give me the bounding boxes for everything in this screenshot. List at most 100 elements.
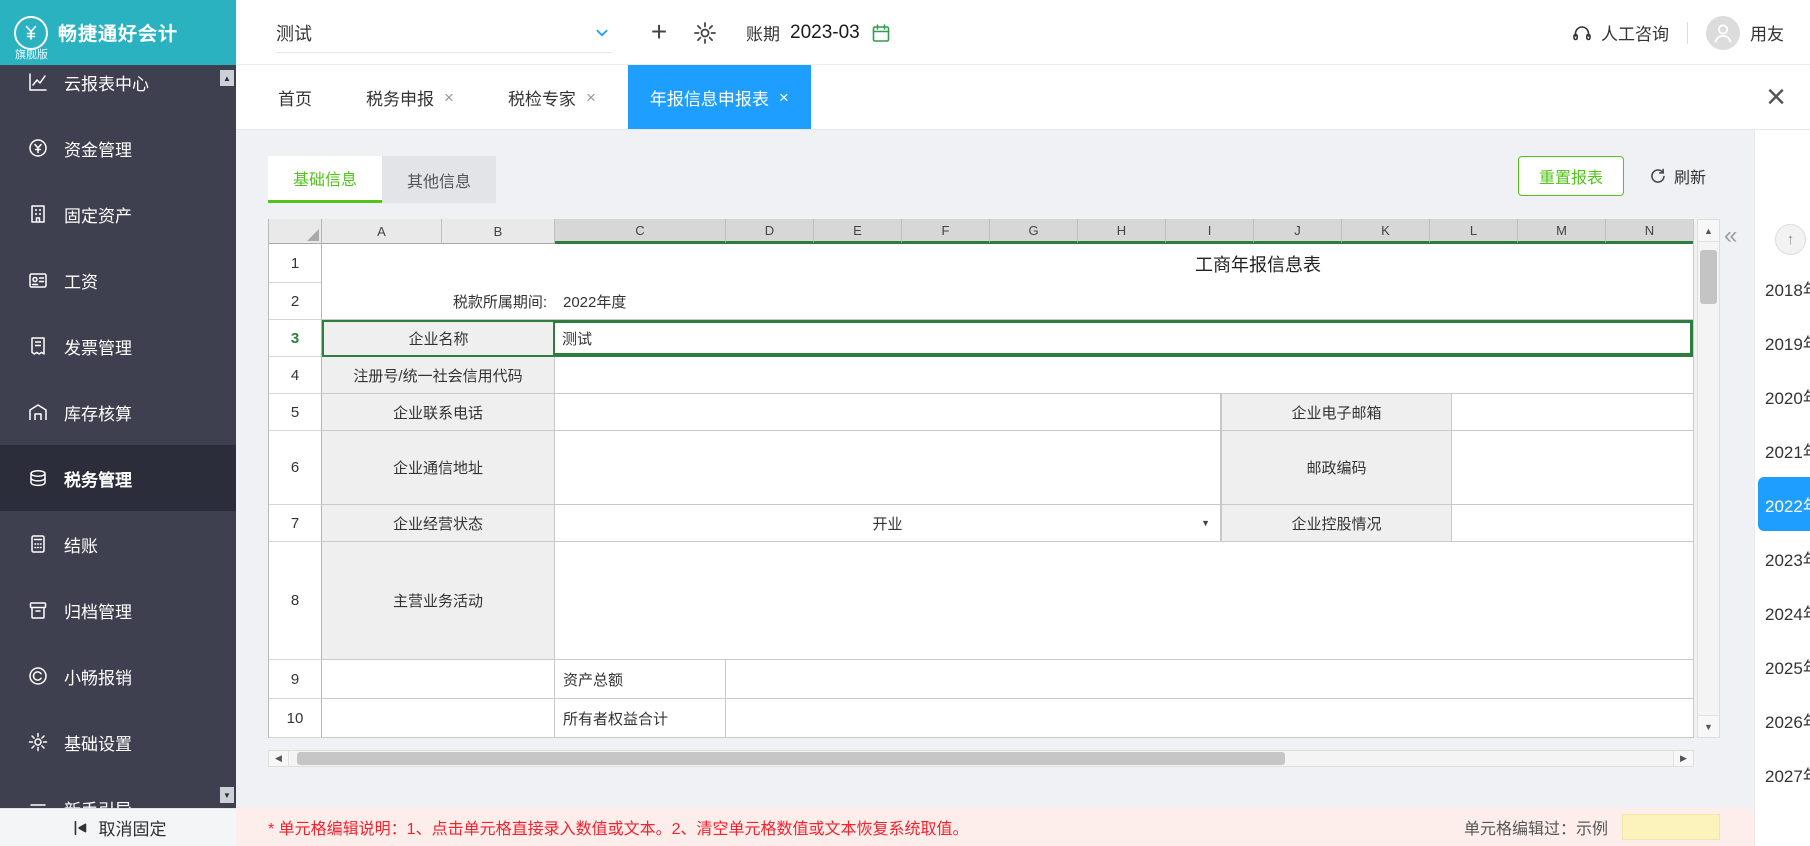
unpin-sidebar-button[interactable]: 取消固定 — [0, 808, 236, 846]
cell-value-email[interactable] — [1452, 394, 1693, 431]
column-header-n[interactable]: N — [1606, 219, 1693, 244]
column-header-m[interactable]: M — [1518, 219, 1606, 244]
row-number[interactable]: 2 — [269, 283, 322, 320]
sidebar-item-guide[interactable]: 新手引导 — [0, 775, 236, 808]
sidebar-item-invoice[interactable]: 发票管理 — [0, 313, 236, 379]
sidebar-scroll-down-button[interactable]: ▼ — [220, 787, 234, 803]
period-picker[interactable]: 账期 2023-03 — [746, 0, 892, 65]
sidebar-item-salary[interactable]: 工资 — [0, 247, 236, 313]
vertical-scroll-thumb[interactable] — [1700, 250, 1717, 304]
year-item-active[interactable]: 2022年 — [1758, 477, 1810, 531]
column-header-j[interactable]: J — [1254, 219, 1342, 244]
sidebar-item-tax[interactable]: 税务管理 — [0, 445, 236, 511]
sidebar-item-funds[interactable]: 资金管理 — [0, 115, 236, 181]
calendar-icon[interactable] — [870, 22, 892, 44]
cell-empty[interactable] — [322, 660, 555, 699]
tab-home[interactable]: 首页 — [256, 65, 334, 129]
column-header-c[interactable]: C — [555, 219, 726, 244]
sidebar-item-fixed-assets[interactable]: 固定资产 — [0, 181, 236, 247]
row-number[interactable]: 8 — [269, 542, 322, 660]
year-item[interactable]: 2018年 — [1755, 261, 1810, 315]
row-number[interactable]: 5 — [269, 394, 322, 431]
support-button[interactable]: 人工咨询 — [1571, 20, 1669, 45]
add-account-button[interactable]: + — [642, 12, 676, 52]
refresh-button[interactable]: 刷新 — [1648, 164, 1706, 188]
horizontal-scrollbar[interactable]: ◀ ▶ — [268, 750, 1694, 767]
scroll-down-arrow[interactable]: ▼ — [1698, 715, 1719, 737]
cell-value-owner-equity[interactable] — [726, 699, 1693, 738]
tab-tax-expert[interactable]: 税检专家 × — [486, 65, 618, 129]
scroll-left-arrow[interactable]: ◀ — [269, 751, 289, 766]
row-number[interactable]: 10 — [269, 699, 322, 738]
column-header-d[interactable]: D — [726, 219, 814, 244]
collapse-year-panel-icon[interactable]: « — [1724, 222, 1737, 250]
column-header-g[interactable]: G — [990, 219, 1078, 244]
tab-annual-report[interactable]: 年报信息申报表 × — [627, 65, 811, 129]
subtab-other-info[interactable]: 其他信息 — [382, 156, 497, 203]
vertical-scroll-track[interactable] — [1698, 242, 1719, 715]
column-header-f[interactable]: F — [902, 219, 990, 244]
horizontal-scroll-thumb[interactable] — [297, 752, 1285, 765]
cell-value-total-assets[interactable] — [726, 660, 1693, 699]
sidebar-item-closing[interactable]: 结账 — [0, 511, 236, 577]
sidebar-item-settings[interactable]: 基础设置 — [0, 709, 236, 775]
close-page-icon[interactable]: × — [1766, 77, 1786, 118]
tab-close-icon[interactable]: × — [444, 89, 454, 106]
cell-empty[interactable] — [322, 699, 555, 738]
cell-value-address[interactable] — [555, 431, 1221, 505]
row-number[interactable]: 1 — [269, 244, 322, 283]
column-header-l[interactable]: L — [1430, 219, 1518, 244]
column-header-k[interactable]: K — [1342, 219, 1430, 244]
column-header-b[interactable]: B — [442, 219, 555, 244]
sidebar-item-inventory[interactable]: 库存核算 — [0, 379, 236, 445]
column-header-a[interactable]: A — [322, 219, 442, 244]
cell-value-postcode[interactable] — [1452, 431, 1693, 505]
document-tab-bar: 首页 税务申报 × 税检专家 × 年报信息申报表 × × — [236, 65, 1810, 130]
sidebar-item-cloud-reports[interactable]: 云报表中心 — [0, 65, 236, 115]
horizontal-scroll-track[interactable] — [289, 751, 1673, 766]
sidebar-scroll-up-button[interactable]: ▲ — [220, 70, 234, 86]
year-item[interactable]: 2021年 — [1755, 423, 1810, 477]
year-scroll-up-button[interactable]: ↑ — [1775, 224, 1806, 255]
year-item[interactable]: 2026年 — [1755, 693, 1810, 747]
row-number[interactable]: 6 — [269, 431, 322, 505]
tab-close-icon[interactable]: × — [779, 89, 789, 106]
year-item[interactable]: 2020年 — [1755, 369, 1810, 423]
scroll-up-arrow[interactable]: ▲ — [1698, 220, 1719, 242]
tab-tax-filing[interactable]: 税务申报 × — [344, 65, 476, 129]
sidebar-item-label: 归档管理 — [64, 602, 132, 622]
row-number[interactable]: 3 — [269, 320, 322, 357]
year-item[interactable]: 2023年 — [1755, 531, 1810, 585]
select-all-corner[interactable] — [269, 219, 322, 244]
dropdown-caret-icon[interactable]: ▼ — [1201, 518, 1210, 528]
user-name[interactable]: 用友 — [1750, 20, 1784, 45]
scroll-right-arrow[interactable]: ▶ — [1673, 751, 1693, 766]
cell-value-credit-code[interactable] — [555, 357, 1693, 394]
vertical-scrollbar[interactable]: ▲ ▼ — [1697, 219, 1720, 738]
cell-value-holding-status[interactable] — [1452, 505, 1693, 542]
cell-value-phone[interactable] — [555, 394, 1221, 431]
settings-gear-icon[interactable] — [692, 20, 718, 46]
account-selector[interactable]: 测试 — [276, 13, 612, 53]
tab-close-icon[interactable]: × — [586, 89, 596, 106]
row-number[interactable]: 7 — [269, 505, 322, 542]
cell-value-company-name[interactable]: 测试 — [553, 322, 1692, 355]
row-number[interactable]: 4 — [269, 357, 322, 394]
user-avatar[interactable] — [1706, 15, 1740, 50]
column-header-h[interactable]: H — [1078, 219, 1166, 244]
cell-value-period[interactable]: 2022年度 — [555, 283, 1693, 320]
row-number[interactable]: 9 — [269, 660, 322, 699]
sidebar-item-archive[interactable]: 归档管理 — [0, 577, 236, 643]
column-header-e[interactable]: E — [814, 219, 902, 244]
column-header-i[interactable]: I — [1166, 219, 1254, 244]
year-item[interactable]: 2027年 — [1755, 747, 1810, 801]
year-item[interactable]: 2019年 — [1755, 315, 1810, 369]
period-value[interactable]: 2023-03 — [790, 22, 860, 44]
cell-value-main-business[interactable] — [555, 542, 1693, 660]
year-item[interactable]: 2025年 — [1755, 639, 1810, 693]
subtab-basic-info[interactable]: 基础信息 — [268, 156, 383, 203]
reset-report-button[interactable]: 重置报表 — [1518, 156, 1624, 196]
cell-value-business-status[interactable]: 开业 ▼ — [555, 505, 1221, 542]
year-item[interactable]: 2024年 — [1755, 585, 1810, 639]
sidebar-item-expense[interactable]: 小畅报销 — [0, 643, 236, 709]
